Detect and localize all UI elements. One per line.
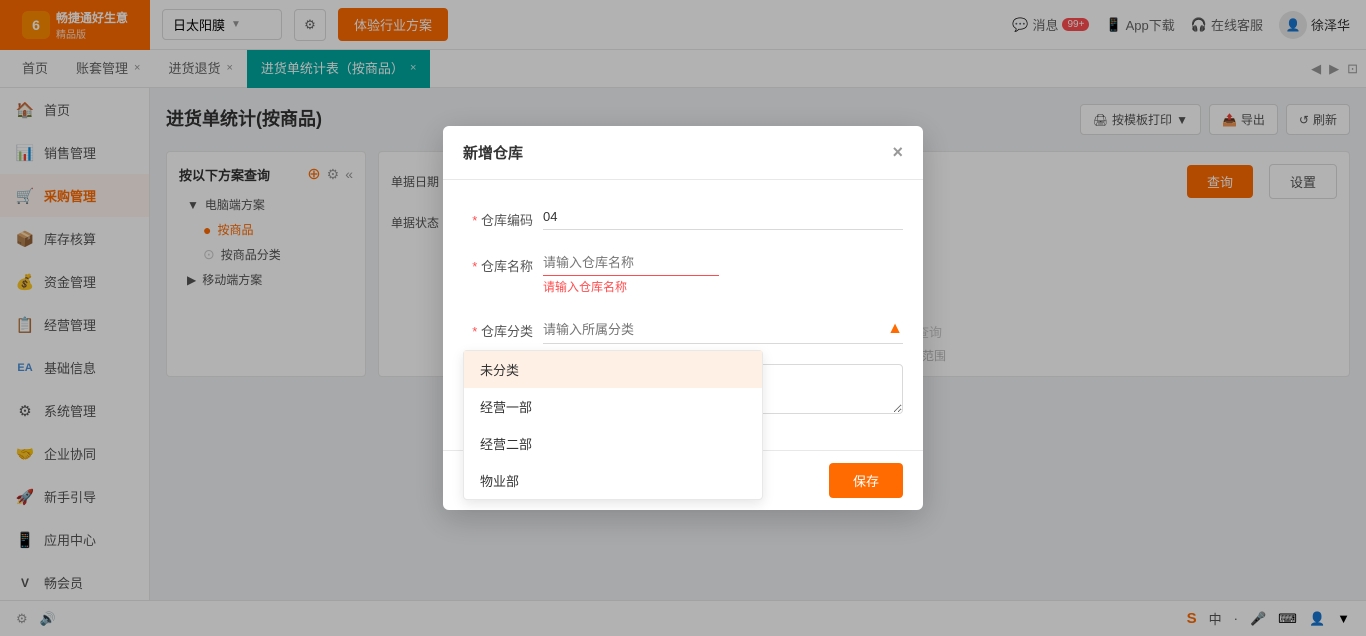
modal-title: 新增仓库 (463, 142, 523, 163)
warehouse-name-input[interactable] (543, 250, 719, 276)
dropdown-item-dept2[interactable]: 经营二部 (464, 425, 762, 462)
modal-body: * 仓库编码 * 仓库名称 请输入仓库名称 (443, 180, 923, 450)
name-error-message: 请输入仓库名称 (543, 280, 627, 294)
category-label: * 仓库分类 (463, 315, 543, 340)
save-button[interactable]: 保存 (829, 463, 903, 498)
new-warehouse-modal: 新增仓库 × * 仓库编码 * 仓库名称 (443, 126, 923, 510)
name-label: * 仓库名称 (463, 250, 543, 275)
dropdown-input-row: ▲ (543, 315, 903, 344)
dropdown-item-property[interactable]: 物业部 (464, 462, 762, 499)
code-label: * 仓库编码 (463, 204, 543, 229)
dropdown-item-dept1[interactable]: 经营一部 (464, 388, 762, 425)
required-star-category: * (472, 324, 477, 339)
dropdown-item-uncategorized[interactable]: 未分类 (464, 351, 762, 388)
modal-close-button[interactable]: × (892, 142, 903, 163)
category-dropdown-list: 未分类 经营一部 经营二部 物业部 (463, 350, 763, 500)
form-row-name: * 仓库名称 请输入仓库名称 (463, 250, 903, 295)
form-row-code: * 仓库编码 (463, 204, 903, 230)
warehouse-code-input[interactable] (543, 204, 903, 230)
form-row-category: * 仓库分类 ▲ 未分类 经营一部 经营二部 物业部 (463, 315, 903, 344)
required-star-code: * (472, 213, 477, 228)
category-dropdown[interactable]: ▲ 未分类 经营一部 经营二部 物业部 (543, 315, 903, 344)
required-star-name: * (472, 259, 477, 274)
category-input[interactable] (543, 322, 887, 337)
dropdown-chevron-icon[interactable]: ▲ (887, 320, 903, 338)
modal-header: 新增仓库 × (443, 126, 923, 180)
modal-overlay: 新增仓库 × * 仓库编码 * 仓库名称 (0, 0, 1366, 636)
